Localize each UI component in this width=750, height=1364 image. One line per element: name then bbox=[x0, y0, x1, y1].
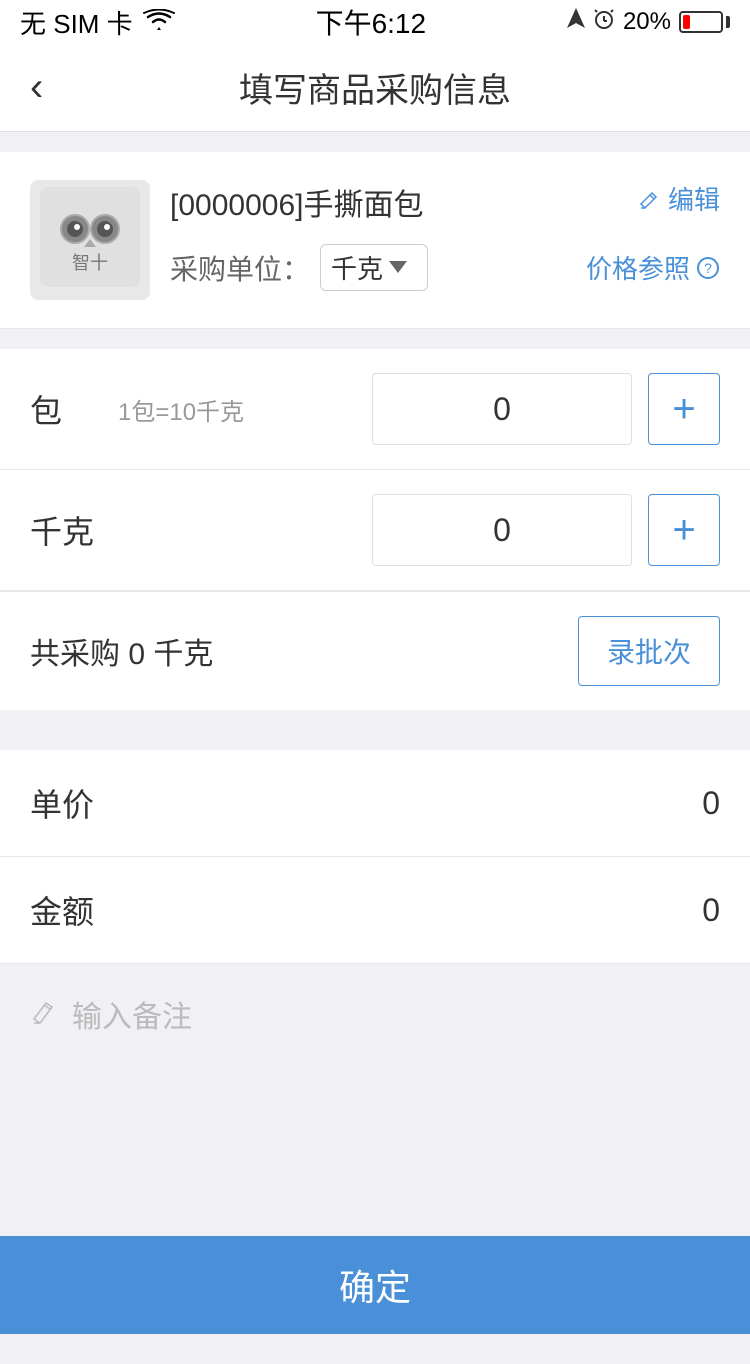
record-batch-button[interactable]: 录批次 bbox=[578, 616, 720, 686]
unit-price-value: 0 bbox=[702, 785, 720, 822]
status-bar: 无 SIM 卡 下午6:12 20% bbox=[0, 0, 750, 44]
svg-text:?: ? bbox=[704, 260, 712, 276]
bag-label: 包 bbox=[30, 386, 110, 432]
kg-label: 千克 bbox=[30, 507, 110, 553]
kg-input-row: 千克 + bbox=[0, 470, 750, 591]
amount-value: 0 bbox=[702, 892, 720, 929]
bag-sublabel: 1包=10千克 bbox=[118, 392, 244, 427]
amount-row: 金额 0 bbox=[0, 857, 750, 964]
kg-quantity-input[interactable] bbox=[372, 494, 632, 566]
product-name: [0000006]手撕面包 bbox=[170, 180, 423, 224]
unit-select[interactable]: 千克 bbox=[320, 244, 428, 291]
section-divider-2 bbox=[0, 710, 750, 730]
battery-percentage: 20% bbox=[623, 8, 671, 36]
status-time: 下午6:12 bbox=[316, 2, 427, 42]
status-right: 20% bbox=[567, 8, 730, 37]
confirm-button[interactable]: 确定 bbox=[0, 1236, 750, 1334]
nav-bar: ‹ 填写商品采购信息 bbox=[0, 44, 750, 132]
bag-input-controls: + bbox=[372, 373, 720, 445]
price-section: 单价 0 金额 0 bbox=[0, 750, 750, 964]
svg-text:智十: 智十 bbox=[72, 253, 108, 273]
input-section: 包 1包=10千克 + 千克 + bbox=[0, 349, 750, 591]
product-image: 智十 bbox=[30, 180, 150, 300]
battery-icon bbox=[679, 11, 730, 33]
amount-label: 金额 bbox=[30, 887, 94, 933]
bag-input-row: 包 1包=10千克 + bbox=[0, 349, 750, 470]
bag-quantity-input[interactable] bbox=[372, 373, 632, 445]
product-header: [0000006]手撕面包 编辑 bbox=[170, 180, 720, 224]
location-icon bbox=[567, 8, 585, 37]
section-divider-1 bbox=[0, 329, 750, 349]
product-logo: 智十 bbox=[40, 187, 140, 294]
unit-price-label: 单价 bbox=[30, 780, 94, 826]
kg-input-controls: + bbox=[372, 494, 720, 566]
edit-button[interactable]: 编辑 bbox=[638, 180, 720, 217]
pencil-icon bbox=[30, 997, 58, 1032]
kg-plus-button[interactable]: + bbox=[648, 494, 720, 566]
total-row: 共采购 0 千克 录批次 bbox=[0, 591, 750, 710]
remark-placeholder: 输入备注 bbox=[72, 992, 192, 1036]
unit-label: 采购单位： bbox=[170, 248, 310, 288]
bag-plus-button[interactable]: + bbox=[648, 373, 720, 445]
remark-section[interactable]: 输入备注 bbox=[0, 964, 750, 1064]
status-left: 无 SIM 卡 bbox=[20, 4, 175, 41]
back-button[interactable]: ‹ bbox=[30, 65, 43, 110]
unit-price-row: 单价 0 bbox=[0, 750, 750, 857]
sim-status: 无 SIM 卡 bbox=[20, 4, 133, 41]
price-ref-button[interactable]: 价格参照 ? bbox=[586, 249, 720, 286]
page-title: 填写商品采购信息 bbox=[239, 63, 511, 112]
product-card: 智十 [0000006]手撕面包 编辑 采购单位： 千克 bbox=[0, 152, 750, 329]
wifi-icon bbox=[143, 7, 175, 38]
total-text: 共采购 0 千克 bbox=[30, 629, 213, 673]
product-unit-row: 采购单位： 千克 价格参照 ? bbox=[170, 244, 720, 291]
product-info: [0000006]手撕面包 编辑 采购单位： 千克 bbox=[170, 180, 720, 291]
alarm-icon bbox=[593, 8, 615, 37]
